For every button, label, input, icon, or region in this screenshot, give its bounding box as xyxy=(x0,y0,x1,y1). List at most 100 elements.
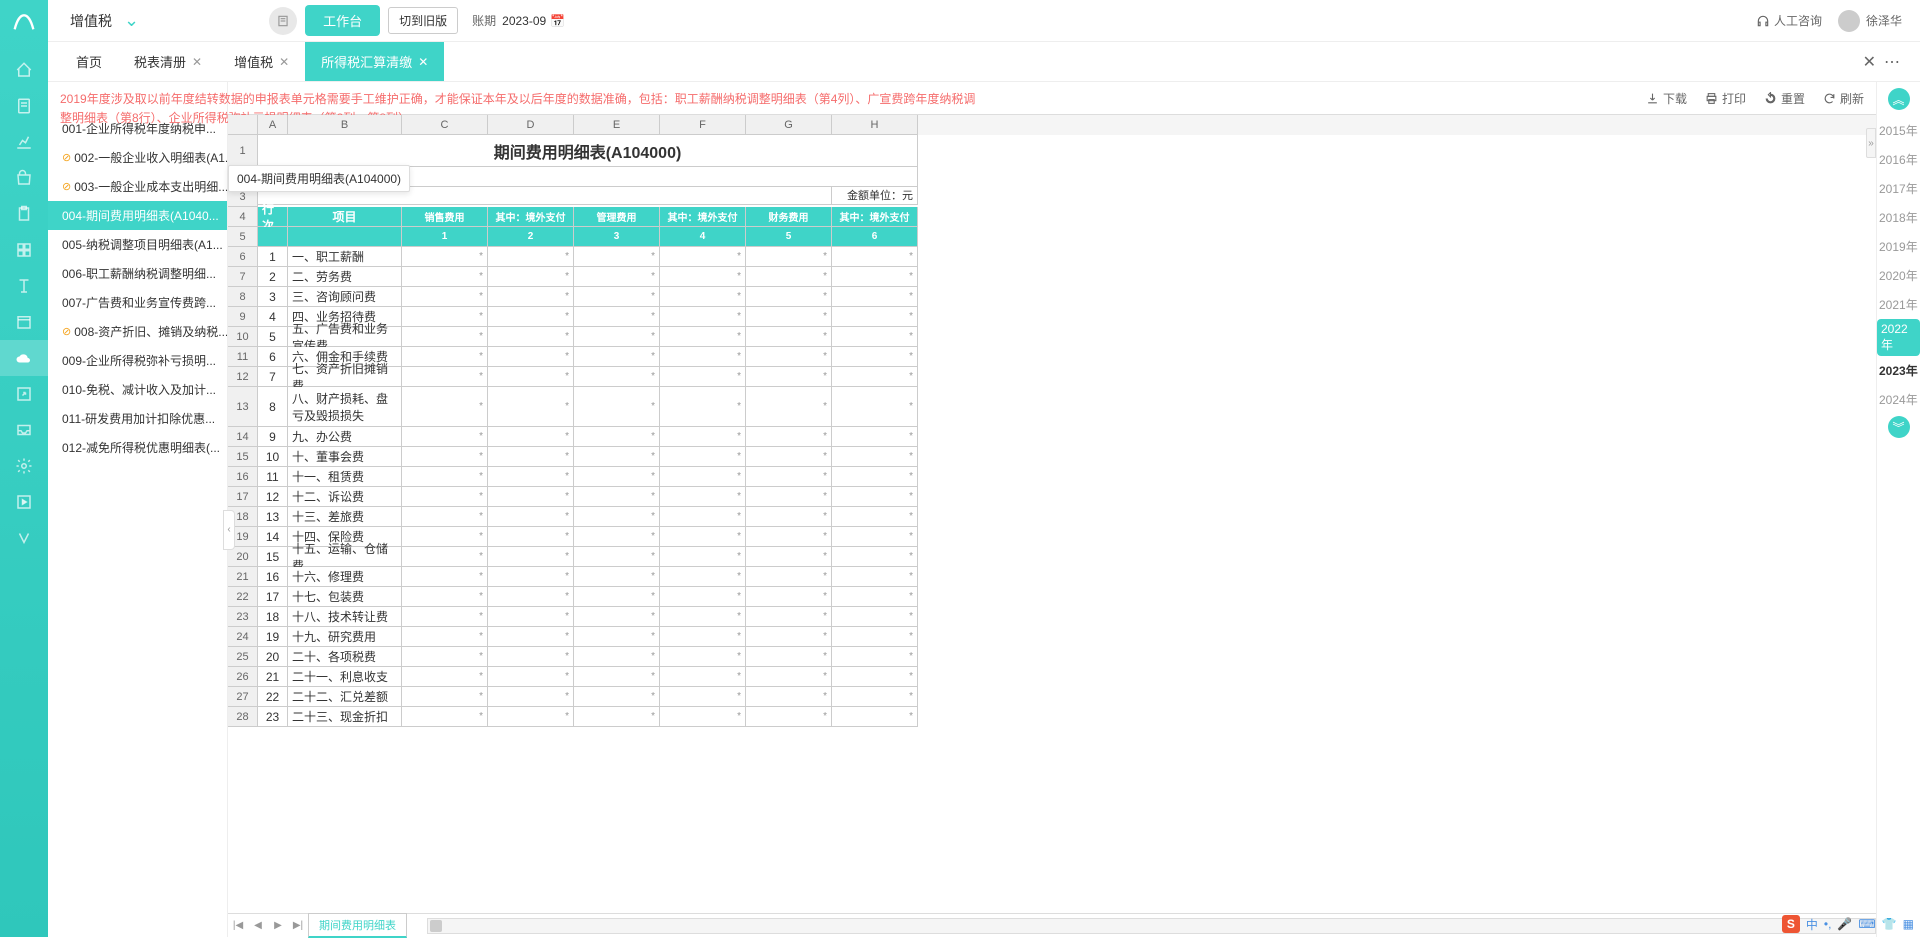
row-num-cell[interactable]: 23 xyxy=(258,707,288,727)
year-item[interactable]: 2018年 xyxy=(1877,203,1920,232)
data-cell[interactable]: * xyxy=(574,287,660,307)
print-button[interactable]: 打印 xyxy=(1705,90,1746,107)
ime-voice-icon[interactable]: 🎤 xyxy=(1837,917,1852,931)
nav-play-icon[interactable] xyxy=(0,484,48,520)
item-name-cell[interactable]: 十三、差旅费 xyxy=(288,507,402,527)
data-cell[interactable]: * xyxy=(832,287,918,307)
data-cell[interactable]: * xyxy=(660,287,746,307)
data-cell[interactable]: * xyxy=(574,347,660,367)
data-cell[interactable]: * xyxy=(832,387,918,427)
data-cell[interactable]: * xyxy=(660,427,746,447)
data-cell[interactable]: * xyxy=(488,427,574,447)
data-cell[interactable]: * xyxy=(746,427,832,447)
data-cell[interactable]: * xyxy=(746,547,832,567)
row-num-cell[interactable]: 17 xyxy=(258,587,288,607)
item-name-cell[interactable]: 八、财产损耗、盘亏及毁损损失 xyxy=(288,387,402,427)
data-cell[interactable]: * xyxy=(660,387,746,427)
ime-logo-icon[interactable]: S xyxy=(1782,915,1800,933)
sheet-nav-first-icon[interactable]: |◀ xyxy=(228,920,248,931)
nav-calendar-icon[interactable] xyxy=(0,304,48,340)
data-cell[interactable]: * xyxy=(488,387,574,427)
data-cell[interactable]: * xyxy=(574,627,660,647)
data-cell[interactable]: * xyxy=(832,327,918,347)
switch-old-button[interactable]: 切到旧版 xyxy=(388,7,458,34)
refresh-button[interactable]: 刷新 xyxy=(1823,90,1864,107)
nav-home-icon[interactable] xyxy=(0,52,48,88)
data-cell[interactable]: * xyxy=(402,567,488,587)
data-cell[interactable]: * xyxy=(832,467,918,487)
data-cell[interactable]: * xyxy=(488,467,574,487)
item-name-cell[interactable]: 一、职工薪酬 xyxy=(288,247,402,267)
data-cell[interactable]: * xyxy=(660,487,746,507)
data-cell[interactable]: * xyxy=(832,267,918,287)
year-item[interactable]: 2017年 xyxy=(1877,174,1920,203)
data-cell[interactable]: * xyxy=(402,267,488,287)
report-item[interactable]: 004-期间费用明细表(A1040... xyxy=(48,201,227,230)
data-cell[interactable]: * xyxy=(574,567,660,587)
period-value[interactable]: 2023-09 xyxy=(502,14,546,28)
scrollbar-thumb[interactable] xyxy=(430,920,442,932)
data-cell[interactable]: * xyxy=(832,247,918,267)
tabs-more-icon[interactable]: ⋯ xyxy=(1884,52,1900,72)
data-cell[interactable]: * xyxy=(488,587,574,607)
row-num-cell[interactable]: 15 xyxy=(258,547,288,567)
data-cell[interactable]: * xyxy=(488,627,574,647)
data-cell[interactable]: * xyxy=(746,447,832,467)
data-cell[interactable]: * xyxy=(660,467,746,487)
data-cell[interactable]: * xyxy=(660,367,746,387)
close-icon[interactable]: ✕ xyxy=(192,55,202,69)
data-cell[interactable]: * xyxy=(746,467,832,487)
data-cell[interactable]: * xyxy=(574,587,660,607)
report-item[interactable]: ⊘003-一般企业成本支出明细... xyxy=(48,172,227,201)
data-cell[interactable]: * xyxy=(402,467,488,487)
row-header[interactable]: 8 xyxy=(228,287,258,307)
data-cell[interactable]: * xyxy=(746,567,832,587)
data-cell[interactable]: * xyxy=(402,347,488,367)
data-cell[interactable]: * xyxy=(402,527,488,547)
data-cell[interactable]: * xyxy=(574,707,660,727)
item-name-cell[interactable]: 二十、各项税费 xyxy=(288,647,402,667)
data-cell[interactable]: * xyxy=(660,327,746,347)
tab[interactable]: 增值税✕ xyxy=(218,42,305,81)
data-cell[interactable]: * xyxy=(574,667,660,687)
year-item[interactable]: 2020年 xyxy=(1877,261,1920,290)
data-cell[interactable]: * xyxy=(402,247,488,267)
nav-cloud-icon[interactable] xyxy=(0,340,48,376)
item-name-cell[interactable]: 十一、租赁费 xyxy=(288,467,402,487)
data-cell[interactable]: * xyxy=(660,647,746,667)
tab[interactable]: 首页 xyxy=(60,42,118,81)
row-header[interactable]: 24 xyxy=(228,627,258,647)
nav-v-icon[interactable] xyxy=(0,520,48,556)
grid[interactable]: A B C D E F G H 1 期间费用明细表(A104000) 2 xyxy=(228,114,1876,913)
data-cell[interactable]: * xyxy=(832,667,918,687)
data-cell[interactable]: * xyxy=(402,547,488,567)
row-num-cell[interactable]: 7 xyxy=(258,367,288,387)
chevron-down-icon[interactable]: ⌄ xyxy=(124,10,139,31)
ime-skin-icon[interactable]: 👕 xyxy=(1882,917,1897,931)
row-header[interactable]: 22 xyxy=(228,587,258,607)
data-cell[interactable]: * xyxy=(746,307,832,327)
data-cell[interactable]: * xyxy=(574,507,660,527)
row-header[interactable]: 27 xyxy=(228,687,258,707)
data-cell[interactable]: * xyxy=(488,247,574,267)
data-cell[interactable]: * xyxy=(402,687,488,707)
data-cell[interactable]: * xyxy=(660,527,746,547)
report-item[interactable]: 006-职工薪酬纳税调整明细... xyxy=(48,259,227,288)
nav-inbox-icon[interactable] xyxy=(0,412,48,448)
data-cell[interactable]: * xyxy=(832,487,918,507)
report-item[interactable]: ⊘008-资产折旧、摊销及纳税... xyxy=(48,317,227,346)
data-cell[interactable]: * xyxy=(746,507,832,527)
data-cell[interactable]: * xyxy=(832,627,918,647)
data-cell[interactable]: * xyxy=(488,667,574,687)
data-cell[interactable]: * xyxy=(832,507,918,527)
data-cell[interactable]: * xyxy=(488,267,574,287)
row-num-cell[interactable]: 20 xyxy=(258,647,288,667)
data-cell[interactable]: * xyxy=(574,307,660,327)
row-header[interactable]: 5 xyxy=(228,227,258,247)
row-header[interactable]: 10 xyxy=(228,327,258,347)
item-name-cell[interactable]: 十五、运输、仓储费 xyxy=(288,547,402,567)
row-header[interactable]: 20 xyxy=(228,547,258,567)
data-cell[interactable]: * xyxy=(746,247,832,267)
data-cell[interactable]: * xyxy=(832,587,918,607)
row-num-cell[interactable]: 6 xyxy=(258,347,288,367)
